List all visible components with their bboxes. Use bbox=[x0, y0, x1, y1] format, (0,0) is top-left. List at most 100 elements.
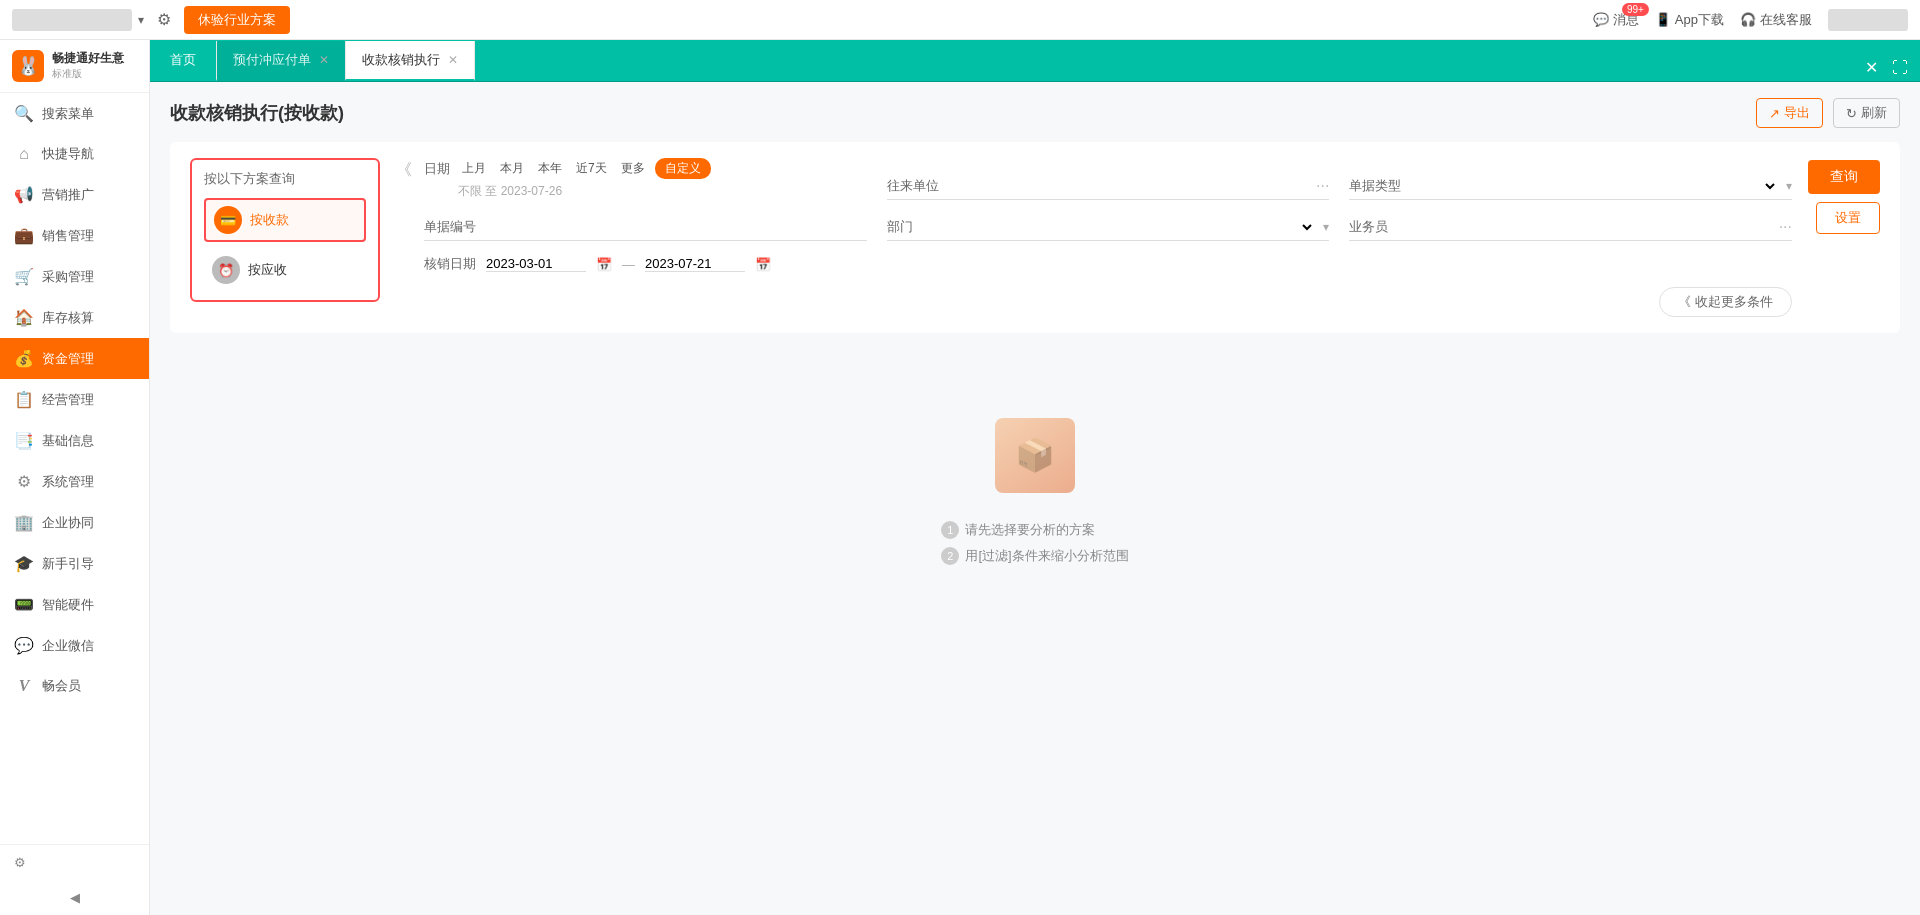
sidebar-item-label: 营销推广 bbox=[42, 186, 94, 204]
sidebar-item-enterprise[interactable]: 🏢 企业协同 bbox=[0, 502, 149, 543]
empty-hint-1: 1 请先选择要分析的方案 bbox=[941, 521, 1128, 539]
sidebar-item-marketing[interactable]: 📢 营销推广 bbox=[0, 174, 149, 215]
date-more[interactable]: 更多 bbox=[617, 158, 649, 179]
voucher-num-label: 单据编号 bbox=[424, 218, 476, 236]
collapse-more-btn[interactable]: 《 收起更多条件 bbox=[1659, 287, 1792, 317]
sidebar-item-search-menu[interactable]: 🔍 搜索菜单 bbox=[0, 93, 149, 134]
sidebar-item-smart-hw[interactable]: 📟 智能硬件 bbox=[0, 584, 149, 625]
message-badge: 99+ bbox=[1622, 3, 1649, 16]
tab-bar-actions: ✕ ⛶ bbox=[1861, 54, 1920, 81]
empty-box-icon: 📦 bbox=[1015, 436, 1055, 474]
staff-label: 业务员 bbox=[1349, 218, 1388, 236]
sidebar-item-quick-nav[interactable]: ⌂ 快捷导航 bbox=[0, 134, 149, 174]
member-icon: V bbox=[14, 677, 34, 695]
verify-date-start-input[interactable] bbox=[486, 256, 586, 272]
online-service-button[interactable]: 🎧 在线客服 bbox=[1740, 11, 1812, 29]
tab-home[interactable]: 首页 bbox=[150, 41, 217, 81]
empty-state: 📦 1 请先选择要分析的方案 2 用[过滤]条件来缩小分析范围 bbox=[170, 345, 1900, 625]
solution-button[interactable]: 休验行业方案 bbox=[184, 6, 290, 34]
verify-date-start-calendar[interactable]: 📅 bbox=[596, 257, 612, 272]
voucher-num-input[interactable] bbox=[484, 220, 867, 235]
page-content: 收款核销执行(按收款) ↗ 导出 ↻ 刷新 按以下方案查询 bbox=[150, 82, 1920, 915]
verify-date-row: 核销日期 📅 — 📅 bbox=[424, 255, 1792, 273]
verify-date-end-calendar[interactable]: 📅 bbox=[755, 257, 771, 272]
query-button[interactable]: 查询 bbox=[1808, 160, 1880, 194]
dept-select-wrap bbox=[921, 219, 1316, 236]
voucher-type-select-wrap bbox=[1409, 178, 1778, 195]
tab-receivable[interactable]: 收款核销执行 ✕ bbox=[346, 41, 475, 81]
date-7days[interactable]: 近7天 bbox=[572, 158, 611, 179]
close-tab-btn[interactable]: ✕ bbox=[1861, 54, 1882, 81]
verify-date-end-input[interactable] bbox=[645, 256, 745, 272]
sidebar-item-label: 新手引导 bbox=[42, 555, 94, 573]
dept-chevron: ▾ bbox=[1323, 220, 1329, 234]
filter-collapse-btn[interactable]: 《 bbox=[396, 160, 412, 181]
sidebar-item-newbie[interactable]: 🎓 新手引导 bbox=[0, 543, 149, 584]
sidebar-item-sys-mgmt[interactable]: ⚙ 系统管理 bbox=[0, 461, 149, 502]
newbie-icon: 🎓 bbox=[14, 554, 34, 573]
smart-hw-icon: 📟 bbox=[14, 595, 34, 614]
collapse-icon: ◀ bbox=[70, 890, 80, 905]
empty-box: 📦 bbox=[995, 418, 1075, 493]
wechat-icon: 💬 bbox=[14, 636, 34, 655]
refresh-button[interactable]: ↻ 刷新 bbox=[1833, 98, 1900, 128]
sidebar-item-label: 库存核算 bbox=[42, 309, 94, 327]
date-this-month[interactable]: 本月 bbox=[496, 158, 528, 179]
date-nolimit: 不限 至 2023-07-26 bbox=[424, 183, 867, 200]
sidebar-item-member[interactable]: V 畅会员 bbox=[0, 666, 149, 706]
partner-input[interactable] bbox=[947, 179, 1308, 194]
filter-option-receipt[interactable]: 💳 按收款 bbox=[204, 198, 366, 242]
date-this-year[interactable]: 本年 bbox=[534, 158, 566, 179]
filter-option-receivable[interactable]: ⏰ 按应收 bbox=[204, 250, 366, 290]
gear-icon[interactable]: ⚙ bbox=[150, 6, 178, 34]
date-last-month[interactable]: 上月 bbox=[458, 158, 490, 179]
message-button[interactable]: 💬 消息 99+ bbox=[1593, 11, 1639, 29]
date-quick-row: 日期 上月 本月 本年 近7天 更多 自定义 bbox=[424, 158, 867, 179]
filter-left: 按以下方案查询 💳 按收款 ⏰ 按应收 bbox=[190, 158, 380, 302]
dropdown-icon[interactable]: ▾ bbox=[138, 13, 144, 27]
refresh-icon: ↻ bbox=[1846, 106, 1857, 121]
receivable-option-label: 按应收 bbox=[248, 261, 287, 279]
sidebar-item-wechat[interactable]: 💬 企业微信 bbox=[0, 625, 149, 666]
tab-bar: 首页 预付冲应付单 ✕ 收款核销执行 ✕ ✕ ⛶ bbox=[150, 40, 1920, 82]
top-bar-logo-area: ▾ ⚙ 休验行业方案 bbox=[12, 6, 1583, 34]
sidebar-settings-btn[interactable]: ⚙ bbox=[0, 845, 149, 880]
basic-info-icon: 📑 bbox=[14, 431, 34, 450]
dept-select[interactable] bbox=[921, 219, 1316, 236]
enterprise-icon: 🏢 bbox=[14, 513, 34, 532]
setting-button[interactable]: 设置 bbox=[1816, 202, 1880, 234]
sidebar-item-sales[interactable]: 💼 销售管理 bbox=[0, 215, 149, 256]
bottom-action-row: 《 收起更多条件 bbox=[424, 287, 1792, 317]
sidebar-item-label: 采购管理 bbox=[42, 268, 94, 286]
sidebar-item-label: 资金管理 bbox=[42, 350, 94, 368]
export-button[interactable]: ↗ 导出 bbox=[1756, 98, 1823, 128]
tab-receivable-close[interactable]: ✕ bbox=[448, 53, 458, 67]
sidebar-item-basic-info[interactable]: 📑 基础信息 bbox=[0, 420, 149, 461]
inventory-icon: 🏠 bbox=[14, 308, 34, 327]
sidebar-item-label: 快捷导航 bbox=[42, 145, 94, 163]
staff-input[interactable] bbox=[1396, 220, 1770, 235]
user-avatar[interactable] bbox=[1828, 9, 1908, 31]
sidebar-collapse-btn[interactable]: ◀ bbox=[0, 880, 149, 915]
receivable-icon: ⏰ bbox=[212, 256, 240, 284]
voucher-type-field: 单据类型 ▾ bbox=[1349, 173, 1792, 200]
expand-btn[interactable]: ⛶ bbox=[1888, 55, 1912, 81]
partner-dots[interactable]: ··· bbox=[1316, 177, 1329, 195]
staff-field: 业务员 ··· bbox=[1349, 214, 1792, 241]
main-layout: 🐰 畅捷通好生意 标准版 🔍 搜索菜单 ⌂ 快捷导航 📢 营销推广 💼 销售管理… bbox=[0, 40, 1920, 915]
sidebar-item-inventory[interactable]: 🏠 库存核算 bbox=[0, 297, 149, 338]
date-field-wrap: 日期 上月 本月 本年 近7天 更多 自定义 不限 至 2023-07-26 bbox=[424, 158, 867, 200]
collapse-arrow-area: 《 bbox=[396, 158, 416, 317]
sidebar-item-purchase[interactable]: 🛒 采购管理 bbox=[0, 256, 149, 297]
voucher-type-select[interactable] bbox=[1409, 178, 1778, 195]
tab-prepay-close[interactable]: ✕ bbox=[319, 53, 329, 67]
sidebar-item-label: 经营管理 bbox=[42, 391, 94, 409]
sidebar-item-label: 畅会员 bbox=[42, 677, 81, 695]
staff-dots[interactable]: ··· bbox=[1779, 218, 1792, 236]
date-custom[interactable]: 自定义 bbox=[655, 158, 711, 179]
verify-date-label: 核销日期 bbox=[424, 255, 476, 273]
tab-prepay[interactable]: 预付冲应付单 ✕ bbox=[217, 41, 346, 81]
sidebar-item-finance[interactable]: 💰 资金管理 bbox=[0, 338, 149, 379]
sidebar-item-biz-mgmt[interactable]: 📋 经营管理 bbox=[0, 379, 149, 420]
app-download-button[interactable]: 📱 App下载 bbox=[1655, 11, 1724, 29]
